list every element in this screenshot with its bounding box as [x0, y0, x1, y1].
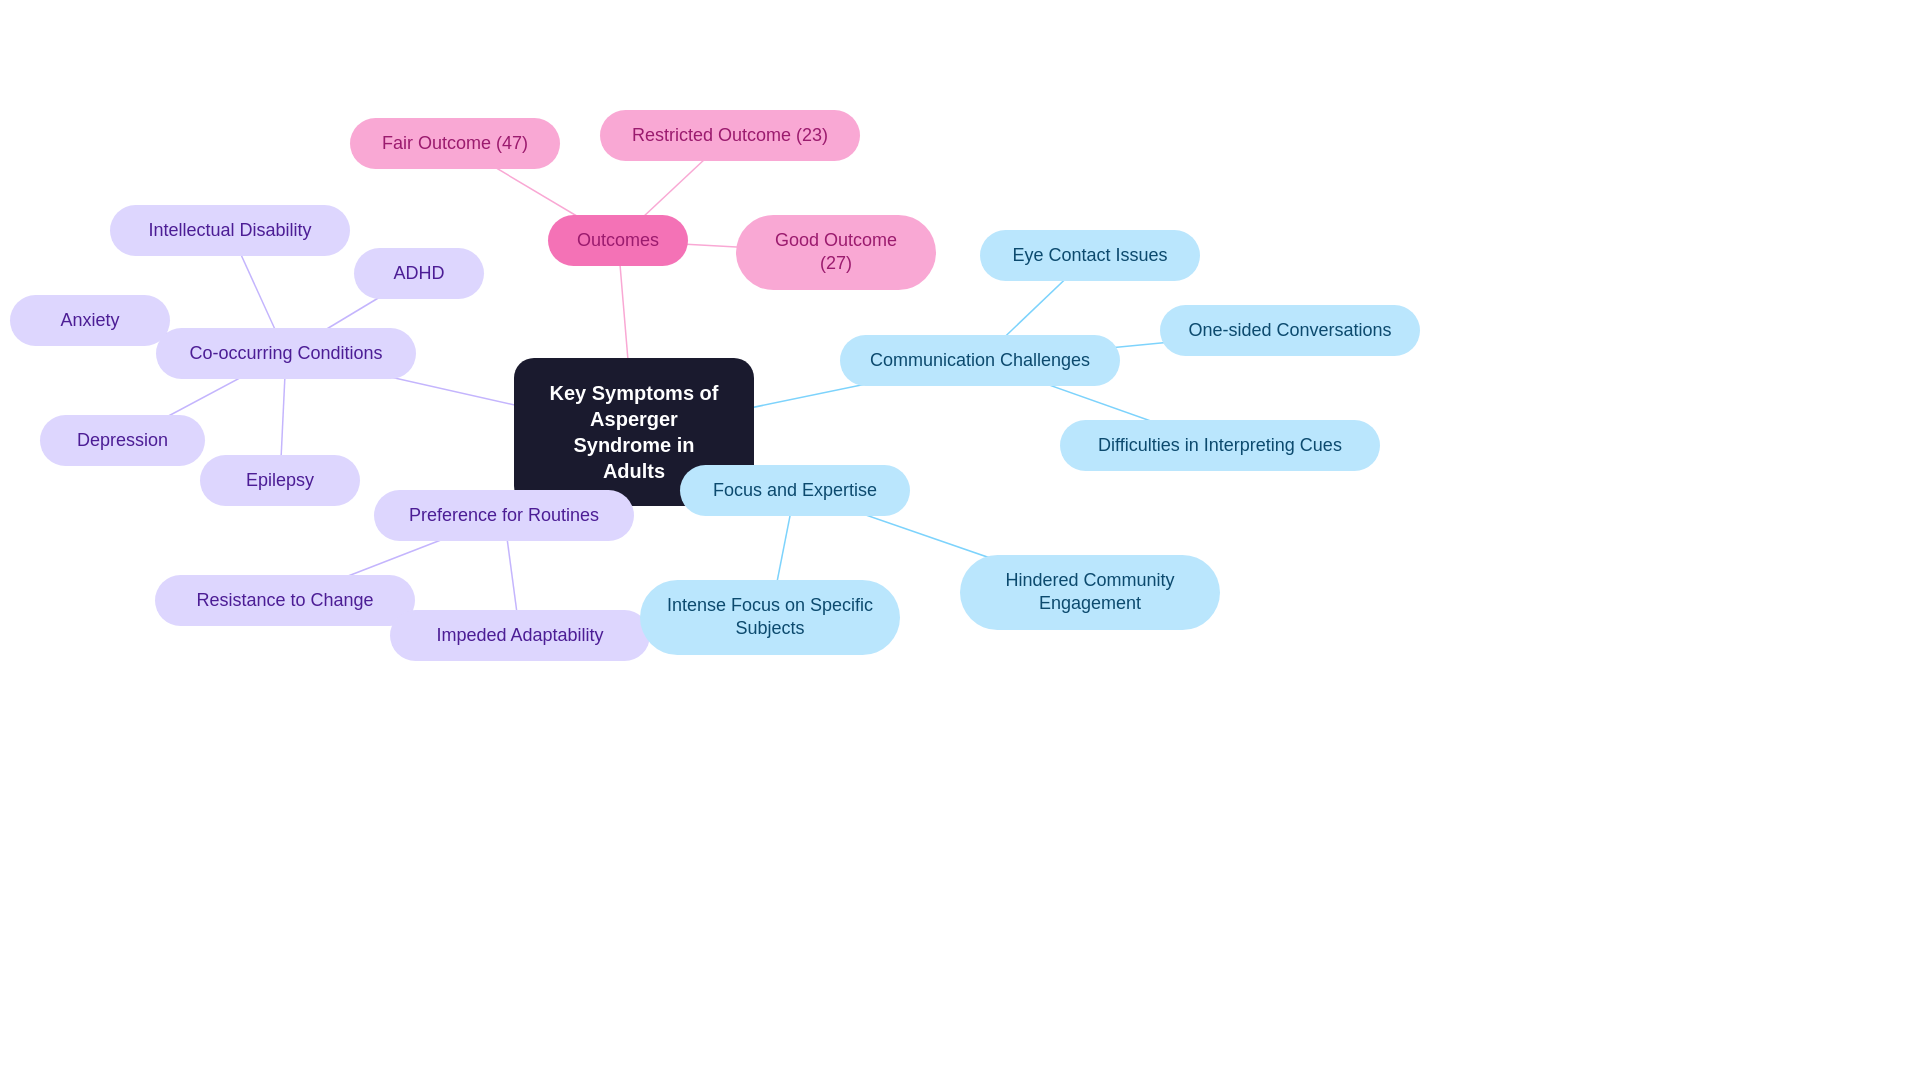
impeded-adaptability-node: Impeded Adaptability	[390, 610, 650, 661]
depression-node: Depression	[40, 415, 205, 466]
difficulties-interpreting-node: Difficulties in Interpreting Cues	[1060, 420, 1380, 471]
resistance-change-node: Resistance to Change	[155, 575, 415, 626]
hindered-community-node: Hindered Community Engagement	[960, 555, 1220, 630]
co-occurring-node: Co-occurring Conditions	[156, 328, 416, 379]
outcomes-node: Outcomes	[548, 215, 688, 266]
restricted-outcome-node: Restricted Outcome (23)	[600, 110, 860, 161]
epilepsy-node: Epilepsy	[200, 455, 360, 506]
anxiety-node: Anxiety	[10, 295, 170, 346]
intellectual-disability-node: Intellectual Disability	[110, 205, 350, 256]
eye-contact-node: Eye Contact Issues	[980, 230, 1200, 281]
one-sided-conversations-node: One-sided Conversations	[1160, 305, 1420, 356]
focus-expertise-node: Focus and Expertise	[680, 465, 910, 516]
fair-outcome-node: Fair Outcome (47)	[350, 118, 560, 169]
preference-routines-node: Preference for Routines	[374, 490, 634, 541]
adhd-node: ADHD	[354, 248, 484, 299]
good-outcome-node: Good Outcome (27)	[736, 215, 936, 290]
communication-challenges-node: Communication Challenges	[840, 335, 1120, 386]
intense-focus-node: Intense Focus on Specific Subjects	[640, 580, 900, 655]
